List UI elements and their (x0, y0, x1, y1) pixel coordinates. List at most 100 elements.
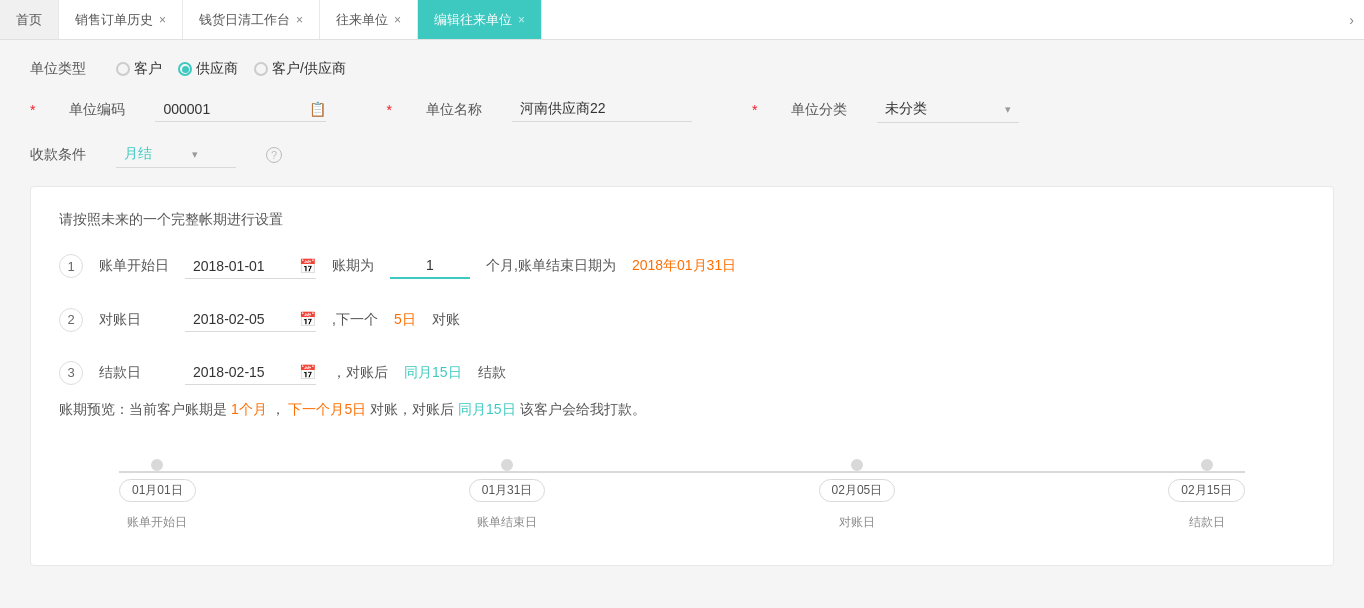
close-icon-edit-partner[interactable]: × (518, 13, 525, 27)
row3-desc-prefix: ，对账后 (332, 364, 388, 382)
tab-sales-history-label: 销售订单历史 (75, 11, 153, 29)
unit-category-label: 单位分类 (791, 101, 847, 119)
tab-edit-partner[interactable]: 编辑往来单位 × (418, 0, 542, 39)
unit-name-field (512, 97, 692, 122)
tab-more-button[interactable]: › (1339, 0, 1364, 39)
date-input-3: 📅 (185, 360, 316, 385)
node-label-2: 对账日 (839, 514, 875, 531)
period-for-label: 账期为 (332, 257, 374, 275)
period-card: 请按照未来的一个完整帐期进行设置 1 账单开始日 📅 账期为 个月,账单结束日期… (30, 186, 1334, 566)
period-num-2: 2 (59, 308, 83, 332)
unit-code-field: 📋 (155, 97, 326, 122)
radio-circle-customer (116, 62, 130, 76)
radio-customer-label: 客户 (134, 60, 162, 78)
chevron-right-icon: › (1349, 12, 1354, 28)
radio-circle-supplier (178, 62, 192, 76)
period-suffix-label: 个月,账单结束日期为 (486, 257, 616, 275)
period-card-title: 请按照未来的一个完整帐期进行设置 (59, 211, 1305, 229)
required-mark-code: * (30, 102, 35, 118)
tab-cash-work[interactable]: 钱货日清工作台 × (183, 0, 320, 39)
radio-both[interactable]: 客户/供应商 (254, 60, 346, 78)
period-field-label-1: 账单开始日 (99, 257, 169, 275)
period-num-1: 1 (59, 254, 83, 278)
timeline-node-0: 01月01日 账单开始日 (119, 459, 196, 531)
row3-desc-suffix: 结款 (478, 364, 506, 382)
preview-highlight2: 下一个月5日 (288, 401, 366, 417)
period-row-1: 1 账单开始日 📅 账期为 个月,账单结束日期为 2018年01月31日 (59, 253, 1305, 279)
preview-middle1: ， (271, 401, 285, 417)
unit-name-input[interactable] (512, 97, 662, 121)
date-input-field-1[interactable] (185, 254, 295, 278)
row2-desc-prefix: ,下一个 (332, 311, 378, 329)
tab-bar: 首页 销售订单历史 × 钱货日清工作台 × 往来单位 × 编辑往来单位 × › (0, 0, 1364, 40)
radio-customer[interactable]: 客户 (116, 60, 162, 78)
node-date-3: 02月15日 (1168, 479, 1245, 502)
radio-supplier[interactable]: 供应商 (178, 60, 238, 78)
unit-type-row: 单位类型 客户 供应商 客户/供应商 (30, 60, 1334, 78)
timeline-node-2: 02月05日 对账日 (819, 459, 896, 531)
period-row-3: 3 结款日 📅 ，对账后 同月15日 结款 (59, 360, 1305, 385)
unit-type-label: 单位类型 (30, 60, 86, 78)
unit-category-value: 未分类 (885, 100, 965, 118)
unit-name-label: 单位名称 (426, 101, 482, 119)
date-input-2: 📅 (185, 307, 316, 332)
period-field-label-3: 结款日 (99, 364, 169, 382)
timeline-nodes: 01月01日 账单开始日 01月31日 账单结束日 02月05日 对账日 02月… (119, 459, 1245, 531)
preview-section: 账期预览：当前客户账期是 1个月 ， 下一个月5日 对账，对账后 同月15日 该… (59, 401, 1305, 419)
dropdown-arrow-payment: ▾ (192, 148, 198, 161)
unit-code-label: 单位编码 (69, 101, 125, 119)
date-input-field-3[interactable] (185, 360, 295, 384)
node-dot-1 (501, 459, 513, 471)
date-input-1: 📅 (185, 254, 316, 279)
radio-circle-both (254, 62, 268, 76)
payment-terms-help-icon[interactable]: ? (266, 147, 282, 163)
node-dot-0 (151, 459, 163, 471)
node-date-2: 02月05日 (819, 479, 896, 502)
tab-sales-history[interactable]: 销售订单历史 × (59, 0, 183, 39)
calendar-icon-3[interactable]: 📅 (299, 364, 316, 380)
calendar-icon-1[interactable]: 📅 (299, 258, 316, 274)
period-end-date: 2018年01月31日 (632, 257, 736, 275)
radio-supplier-label: 供应商 (196, 60, 238, 78)
required-mark-category: * (752, 102, 757, 118)
dropdown-arrow-category: ▾ (1005, 103, 1011, 116)
period-value-input[interactable] (390, 253, 470, 279)
timeline-node-1: 01月31日 账单结束日 (469, 459, 546, 531)
row3-desc-highlight: 同月15日 (404, 364, 462, 382)
tab-cash-work-label: 钱货日清工作台 (199, 11, 290, 29)
period-num-3: 3 (59, 361, 83, 385)
node-label-0: 账单开始日 (127, 514, 187, 531)
close-icon-cash-work[interactable]: × (296, 13, 303, 27)
tab-partner[interactable]: 往来单位 × (320, 0, 418, 39)
unit-category-select[interactable]: 未分类 ▾ (877, 96, 1019, 123)
payment-terms-row: 收款条件 月结 ▾ ? (30, 141, 1334, 168)
radio-both-label: 客户/供应商 (272, 60, 346, 78)
calendar-icon-2[interactable]: 📅 (299, 311, 316, 327)
payment-terms-select[interactable]: 月结 ▾ (116, 141, 236, 168)
node-date-1: 01月31日 (469, 479, 546, 502)
payment-terms-value: 月结 (124, 145, 152, 163)
preview-suffix: 该客户会给我打款。 (520, 401, 646, 417)
preview-middle2: 对账，对账后 (370, 401, 454, 417)
unit-info-row: * 单位编码 📋 * 单位名称 * 单位分类 未分类 ▾ (30, 96, 1334, 123)
node-label-3: 结款日 (1189, 514, 1225, 531)
close-icon-partner[interactable]: × (394, 13, 401, 27)
period-field-label-2: 对账日 (99, 311, 169, 329)
timeline-node-3: 02月15日 结款日 (1168, 459, 1245, 531)
preview-prefix: 账期预览：当前客户账期是 (59, 401, 227, 417)
copy-icon[interactable]: 📋 (309, 101, 326, 117)
preview-highlight3: 同月15日 (458, 401, 516, 417)
required-mark-name: * (386, 102, 391, 118)
tab-edit-partner-label: 编辑往来单位 (434, 11, 512, 29)
date-input-field-2[interactable] (185, 307, 295, 331)
main-content: 单位类型 客户 供应商 客户/供应商 * 单位编码 📋 * 单位名称 (0, 40, 1364, 608)
node-dot-3 (1201, 459, 1213, 471)
tab-home-label: 首页 (16, 11, 42, 29)
node-label-1: 账单结束日 (477, 514, 537, 531)
preview-highlight1: 1个月 (231, 401, 267, 417)
row2-desc-highlight: 5日 (394, 311, 416, 329)
timeline: 01月01日 账单开始日 01月31日 账单结束日 02月05日 对账日 02月… (59, 449, 1305, 541)
unit-code-input[interactable] (155, 97, 305, 121)
tab-home[interactable]: 首页 (0, 0, 59, 39)
close-icon-sales-history[interactable]: × (159, 13, 166, 27)
